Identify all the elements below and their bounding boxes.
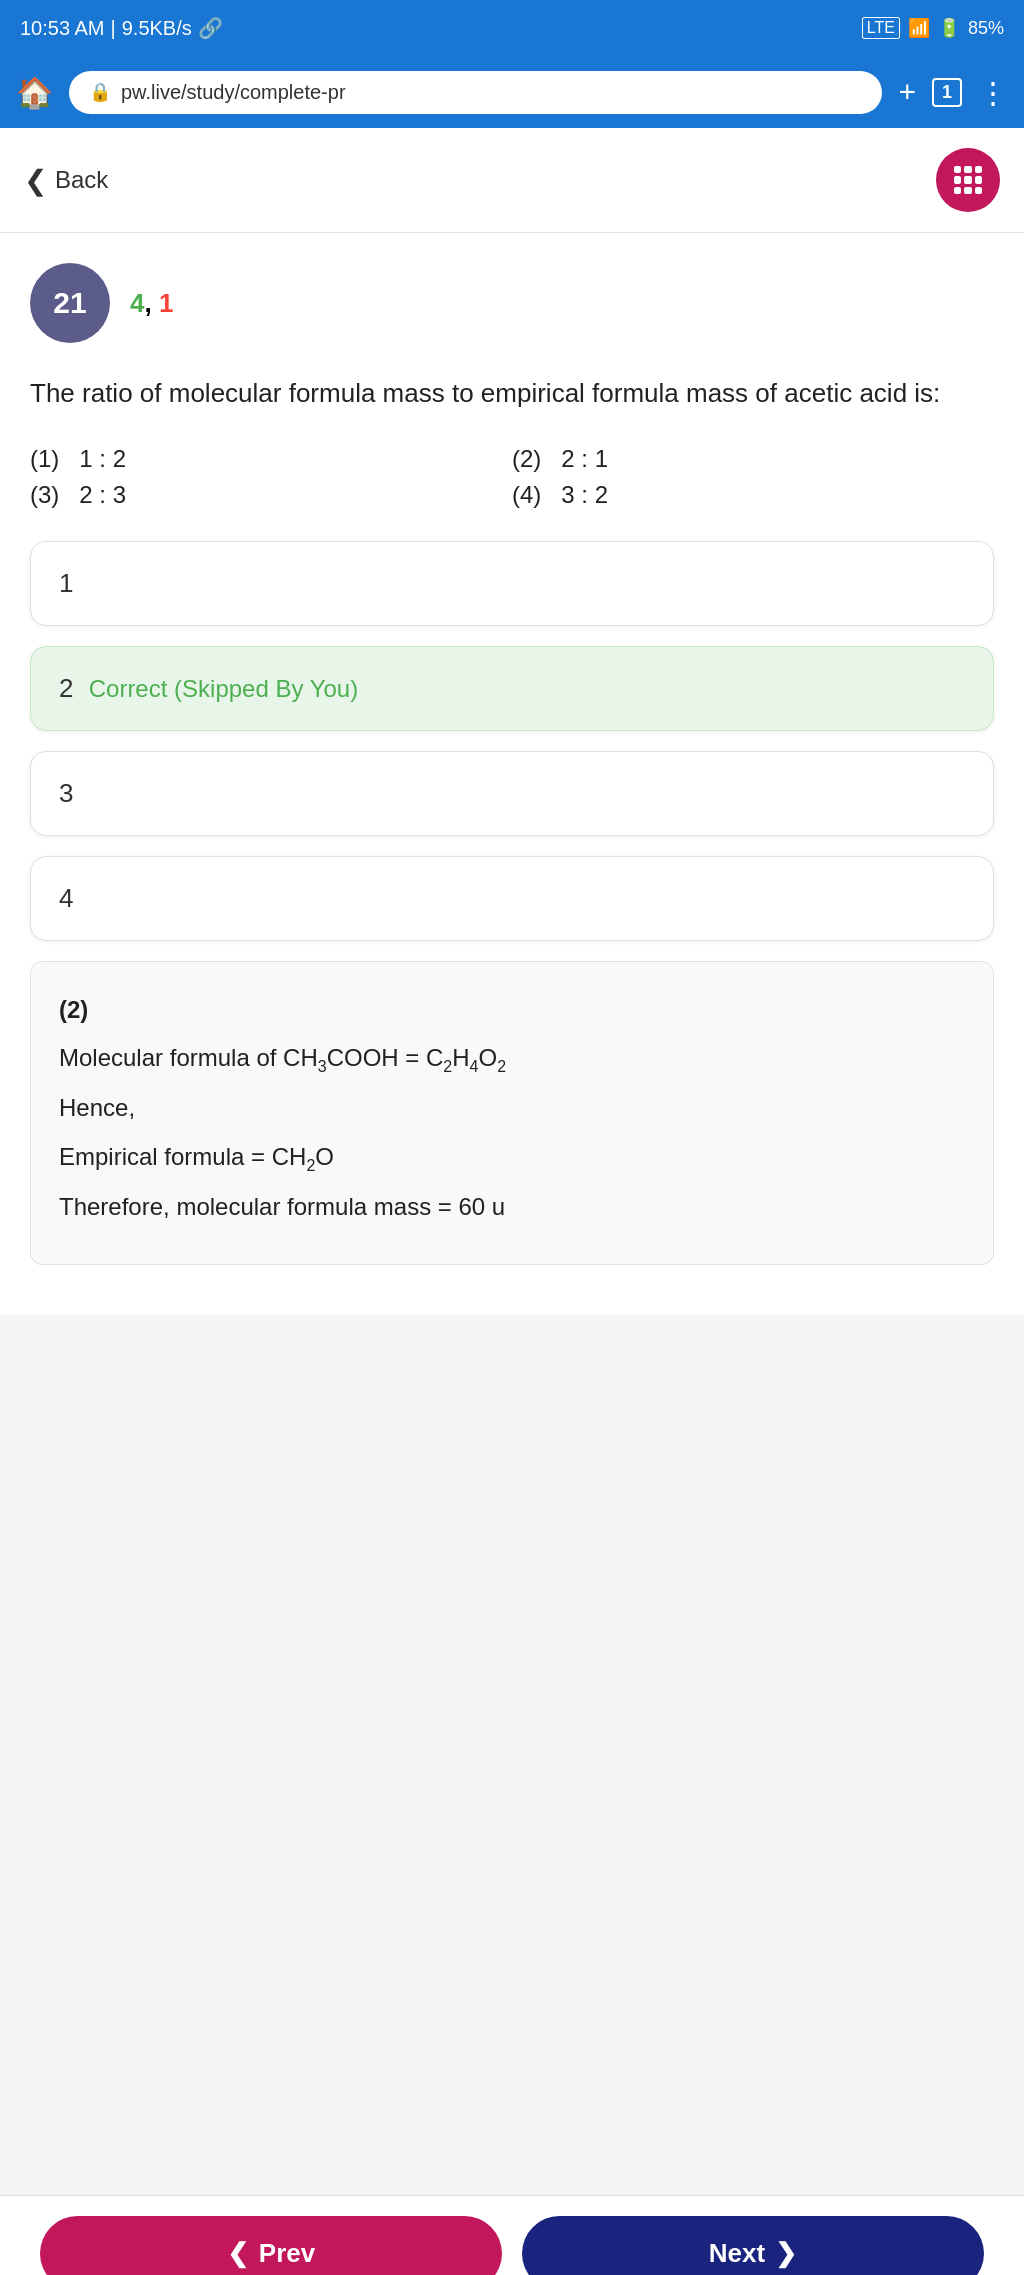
option-1-text: 1 : 2 xyxy=(79,445,126,472)
solution-answer: (2) xyxy=(59,990,965,1031)
browser-bar: 🏠 🔒 pw.live/study/complete-pr + 1 ⋮ xyxy=(0,56,1024,128)
options-row-1: (1) 1 : 2 (2) 2 : 1 xyxy=(30,445,994,473)
choice-4-label: 4 xyxy=(59,883,73,913)
top-nav: ❮ Back xyxy=(0,128,1024,233)
option-1: (1) 1 : 2 xyxy=(30,445,512,473)
add-tab-button[interactable]: + xyxy=(898,75,916,109)
main-content: ❮ Back 21 4, 1 xyxy=(0,128,1024,2195)
option-1-num: (1) xyxy=(30,445,73,472)
score-correct: 4 xyxy=(130,288,144,318)
next-button[interactable]: Next ❯ xyxy=(522,2216,984,2275)
status-time: 10:53 AM xyxy=(20,17,105,40)
question-number: 21 xyxy=(53,286,86,320)
choice-1-button[interactable]: 1 xyxy=(30,541,994,626)
options-grid: (1) 1 : 2 (2) 2 : 1 (3) 2 : 3 (4) 3 : 2 xyxy=(30,445,994,517)
choice-2-label: 2 xyxy=(59,673,73,703)
choice-1-label: 1 xyxy=(59,568,73,598)
prev-label: Prev xyxy=(259,2238,315,2269)
options-row-2: (3) 2 : 3 (4) 3 : 2 xyxy=(30,481,994,509)
status-bar: 10:53 AM | 9.5KB/s 🔗 LTE 📶 🔋 85% xyxy=(0,0,1024,56)
choice-2-button[interactable]: 2 Correct (Skipped By You) xyxy=(30,646,994,731)
option-3-num: (3) xyxy=(30,481,73,508)
option-3: (3) 2 : 3 xyxy=(30,481,512,509)
question-text: The ratio of molecular formula mass to e… xyxy=(30,373,994,415)
url-bar[interactable]: 🔒 pw.live/study/complete-pr xyxy=(69,71,882,114)
signal-icon: 🔗 xyxy=(198,16,223,40)
score-incorrect: 1 xyxy=(159,288,173,318)
status-data-speed: 9.5KB/s xyxy=(122,17,192,40)
question-container: 21 4, 1 The ratio of molecular formula m… xyxy=(0,233,1024,1315)
answer-choices: 1 2 Correct (Skipped By You) 3 4 xyxy=(30,541,994,941)
status-left: 10:53 AM | 9.5KB/s 🔗 xyxy=(20,16,223,40)
question-header: 21 4, 1 xyxy=(30,263,994,343)
tab-count[interactable]: 1 xyxy=(932,78,962,107)
url-text: pw.live/study/complete-pr xyxy=(121,81,346,104)
home-button[interactable]: 🏠 xyxy=(16,75,53,110)
bottom-nav: ❮ Prev Next ❯ xyxy=(0,2195,1024,2275)
option-2-text: 2 : 1 xyxy=(561,445,608,472)
choice-2-correct-text: Correct (Skipped By You) xyxy=(89,675,358,702)
lte-icon: LTE xyxy=(862,17,900,39)
signal-bars-icon: 📶 xyxy=(908,17,930,39)
back-label: Back xyxy=(55,166,108,194)
back-chevron-icon: ❮ xyxy=(24,164,47,197)
solution-line4: Therefore, molecular formula mass = 60 u xyxy=(59,1187,965,1228)
lock-icon: 🔒 xyxy=(89,81,111,103)
solution-line1: Molecular formula of CH3COOH = C2H4O2 xyxy=(59,1038,965,1080)
choice-3-label: 3 xyxy=(59,778,73,808)
solution-box: (2) Molecular formula of CH3COOH = C2H4O… xyxy=(30,961,994,1265)
option-3-text: 2 : 3 xyxy=(79,481,126,508)
next-label: Next xyxy=(709,2238,765,2269)
grid-menu-button[interactable] xyxy=(936,148,1000,212)
option-4-text: 3 : 2 xyxy=(561,481,608,508)
option-2-num: (2) xyxy=(512,445,555,472)
option-2: (2) 2 : 1 xyxy=(512,445,994,473)
question-score: 4, 1 xyxy=(130,288,173,319)
choice-3-button[interactable]: 3 xyxy=(30,751,994,836)
option-4: (4) 3 : 2 xyxy=(512,481,994,509)
browser-actions: + 1 ⋮ xyxy=(898,75,1008,110)
more-options-button[interactable]: ⋮ xyxy=(978,75,1008,110)
back-button[interactable]: ❮ Back xyxy=(24,164,108,197)
solution-answer-bold: (2) xyxy=(59,996,88,1023)
solution-line3: Empirical formula = CH2O xyxy=(59,1137,965,1179)
battery-icon: 🔋 xyxy=(938,17,960,39)
prev-button[interactable]: ❮ Prev xyxy=(40,2216,502,2275)
next-chevron-icon: ❯ xyxy=(775,2238,797,2269)
status-right: LTE 📶 🔋 85% xyxy=(862,17,1004,39)
score-separator: , xyxy=(144,288,158,318)
choice-4-button[interactable]: 4 xyxy=(30,856,994,941)
prev-chevron-icon: ❮ xyxy=(227,2238,249,2269)
battery-level: 85% xyxy=(968,18,1004,39)
status-data: | xyxy=(111,17,116,40)
question-number-badge: 21 xyxy=(30,263,110,343)
option-4-num: (4) xyxy=(512,481,555,508)
grid-icon xyxy=(954,166,982,194)
solution-line2: Hence, xyxy=(59,1088,965,1129)
